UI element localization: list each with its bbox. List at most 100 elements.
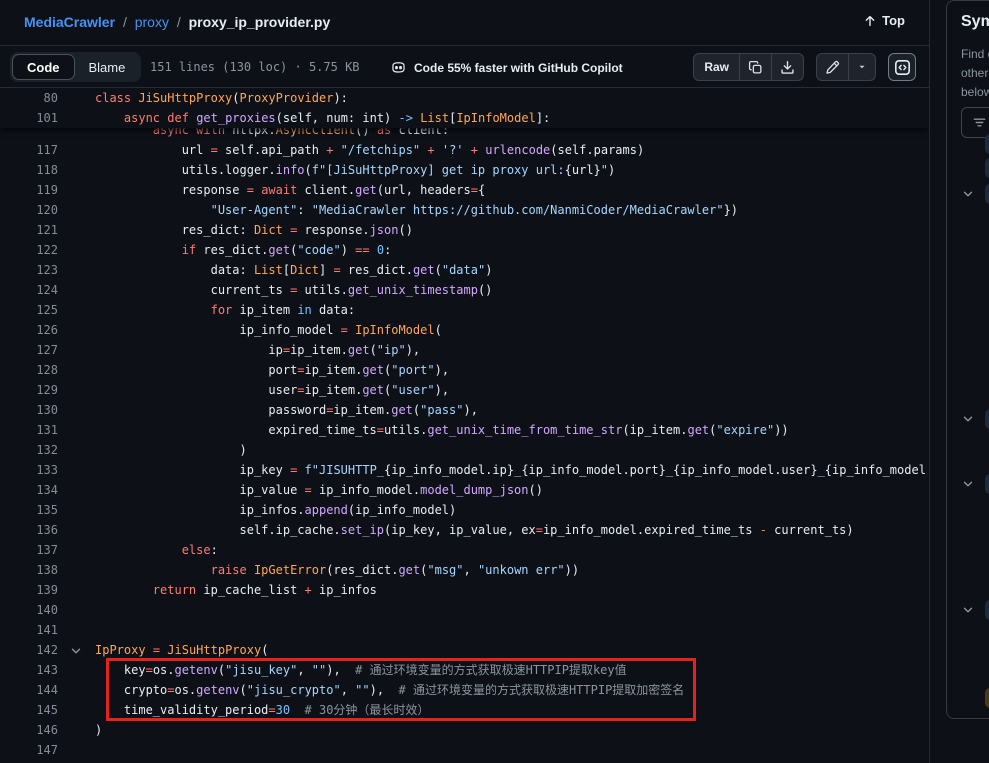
line-number[interactable]: 138 [0,560,58,580]
line-number[interactable]: 124 [0,280,58,300]
symbols-panel: Symbols Find definitions and references … [946,0,989,719]
gutter [58,320,95,340]
symbols-panel-description: Find definitions and references for func… [961,45,989,102]
symbol-item[interactable] [947,184,989,204]
symbol-item[interactable] [947,158,989,178]
line-number[interactable]: 127 [0,340,58,360]
line-number[interactable]: 137 [0,540,58,560]
line-number[interactable]: 140 [0,600,58,620]
code-text: "User-Agent": "MediaCrawler https://gith… [95,200,929,220]
gutter [58,160,95,180]
symbols-description-line: other symbols in this file by clicking a… [961,64,989,83]
code-text: ip=ip_item.get("ip"), [95,340,929,360]
symbol-pill[interactable] [985,600,989,620]
file-view: MediaCrawler / proxy / proxy_ip_provider… [0,0,930,763]
line-number[interactable]: 141 [0,620,58,640]
line-number[interactable]: 134 [0,480,58,500]
symbol-item[interactable] [947,688,989,708]
code-line: 123 data: List[Dict] = res_dict.get("dat… [0,260,929,280]
line-number[interactable]: 80 [0,88,58,108]
code-square-icon [894,59,911,76]
top-link-label: Top [882,13,905,28]
symbol-pill[interactable] [985,688,989,708]
gutter [58,380,95,400]
line-number[interactable]: 146 [0,720,58,740]
line-number[interactable]: 143 [0,660,58,680]
code-text: res_dict: Dict = response.json() [95,220,929,240]
code-text: ip_key = f"JISUHTTP_{ip_info_model.ip}_{… [95,460,929,480]
edit-button[interactable] [817,54,848,80]
tab-code[interactable]: Code [12,54,75,80]
code-text: IpProxy = JiSuHttpProxy( [95,640,929,660]
symbols-toggle-button[interactable] [888,53,916,81]
gutter [58,560,95,580]
line-number[interactable]: 101 [0,108,58,128]
chevron-down-icon[interactable] [961,603,975,617]
edit-dropdown-button[interactable] [848,54,875,80]
code-text: expired_time_ts=utils.get_unix_time_from… [95,420,929,440]
line-number[interactable]: 132 [0,440,58,460]
symbol-pill[interactable] [985,184,989,204]
download-button[interactable] [771,54,803,80]
line-number[interactable]: 147 [0,740,58,760]
code-text: data: List[Dict] = res_dict.get("data") [95,260,929,280]
line-number[interactable]: 121 [0,220,58,240]
code-text: ) [95,440,929,460]
back-to-top-link[interactable]: Top [863,13,905,28]
symbol-item[interactable] [947,474,989,494]
collapse-chevron-icon[interactable] [58,640,95,660]
code-text [95,600,929,620]
line-number[interactable]: 129 [0,380,58,400]
line-number[interactable]: 120 [0,200,58,220]
raw-button[interactable]: Raw [694,54,739,80]
breadcrumb-folder-link[interactable]: proxy [135,14,169,30]
line-number[interactable]: 118 [0,160,58,180]
line-number[interactable]: 117 [0,140,58,160]
gutter [58,460,95,480]
copy-icon [748,60,763,75]
line-number[interactable]: 135 [0,500,58,520]
symbol-pill[interactable] [985,158,989,178]
code-viewer: 80class JiSuHttpProxy(ProxyProvider):101… [0,88,929,763]
symbol-item[interactable] [947,600,989,620]
line-number[interactable]: 125 [0,300,58,320]
line-number[interactable]: 136 [0,520,58,540]
symbols-panel-title: Symbols [961,13,989,31]
line-number[interactable]: 133 [0,460,58,480]
symbol-item[interactable] [947,409,989,429]
line-number[interactable]: 122 [0,240,58,260]
chevron-down-icon[interactable] [961,187,975,201]
code-line: 131 expired_time_ts=utils.get_unix_time_… [0,420,929,440]
line-number[interactable]: 123 [0,260,58,280]
line-number[interactable]: 142 [0,640,58,660]
code-line: 142 IpProxy = JiSuHttpProxy( [0,640,929,660]
gutter [58,108,95,128]
sticky-context-lines: 80class JiSuHttpProxy(ProxyProvider):101… [0,88,929,128]
line-number[interactable]: 131 [0,420,58,440]
symbol-pill[interactable] [985,409,989,429]
code-line: 130 password=ip_item.get("pass"), [0,400,929,420]
line-number[interactable]: 119 [0,180,58,200]
breadcrumb-repo-link[interactable]: MediaCrawler [24,14,115,30]
chevron-down-icon[interactable] [961,477,975,491]
symbols-description-line: Find definitions and references for func… [961,45,989,64]
symbol-pill[interactable] [985,474,989,494]
line-number[interactable]: 145 [0,700,58,720]
line-number[interactable]: 126 [0,320,58,340]
gutter [58,180,95,200]
symbol-pill[interactable] [985,134,989,154]
tab-blame[interactable]: Blame [75,54,140,80]
code-text: port=ip_item.get("port"), [95,360,929,380]
line-number[interactable]: 144 [0,680,58,700]
chevron-down-icon[interactable] [961,412,975,426]
line-number[interactable]: 128 [0,360,58,380]
line-number[interactable]: 139 [0,580,58,600]
code-line: 122 if res_dict.get("code") == 0: [0,240,929,260]
copilot-icon [390,59,407,76]
code-line: 139 return ip_cache_list + ip_infos [0,580,929,600]
line-number[interactable]: 130 [0,400,58,420]
breadcrumb-separator: / [119,14,131,30]
copilot-banner[interactable]: Code 55% faster with GitHub Copilot [390,59,623,76]
copy-button[interactable] [739,54,771,80]
symbol-item[interactable] [947,134,989,154]
